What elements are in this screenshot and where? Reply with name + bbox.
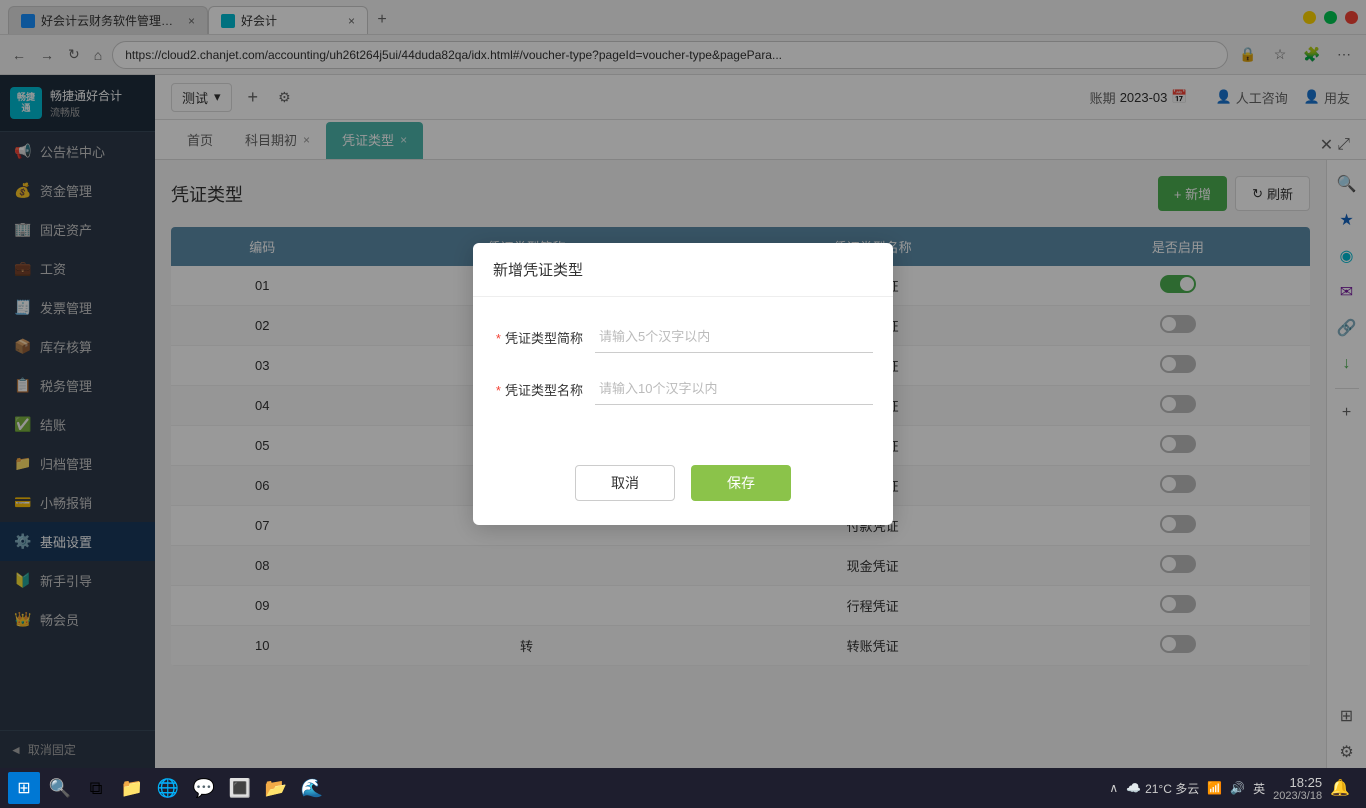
taskbar-app4[interactable]: 🔳 — [224, 772, 256, 804]
short-name-row: *凭证类型简称 — [493, 321, 873, 353]
dialog-body: *凭证类型简称 *凭证类型名称 — [473, 297, 893, 449]
taskbar-files[interactable]: 📂 — [260, 772, 292, 804]
taskbar-wechat[interactable]: 💬 — [188, 772, 220, 804]
full-name-required: * — [496, 383, 501, 398]
time-value: 18:25 — [1273, 775, 1322, 790]
dialog-header: 新增凭证类型 — [473, 243, 893, 297]
weather-info: ☁️ 21°C 多云 — [1126, 780, 1199, 797]
weather-icon: ☁️ — [1126, 781, 1141, 795]
taskbar-search[interactable]: 🔍 — [44, 772, 76, 804]
date-value: 2023/3/18 — [1273, 790, 1322, 802]
taskbar-edge[interactable]: 🌊 — [296, 772, 328, 804]
taskbar-task-view[interactable]: ⧉ — [80, 772, 112, 804]
language-label: 英 — [1253, 780, 1265, 797]
dialog-overlay: 新增凭证类型 *凭证类型简称 *凭证类型名称 取消 保存 — [0, 0, 1366, 768]
full-name-input[interactable] — [595, 373, 873, 405]
sound-icon: 🔊 — [1230, 781, 1245, 795]
taskbar-chrome[interactable]: 🌐 — [152, 772, 184, 804]
dialog-footer: 取消 保存 — [473, 449, 893, 525]
full-name-row: *凭证类型名称 — [493, 373, 873, 405]
network-icon: 📶 — [1207, 781, 1222, 795]
sys-expand-icon[interactable]: ∧ — [1109, 781, 1118, 795]
time-display: 18:25 2023/3/18 — [1273, 775, 1322, 802]
start-button[interactable]: ⊞ — [8, 772, 40, 804]
dialog-title: 新增凭证类型 — [493, 262, 583, 279]
taskbar-sys-tray: ∧ ☁️ 21°C 多云 📶 🔊 英 18:25 2023/3/18 🔔 — [1101, 775, 1358, 802]
taskbar: ⊞ 🔍 ⧉ 📁 🌐 💬 🔳 📂 🌊 ∧ ☁️ 21°C 多云 📶 🔊 英 18:… — [0, 768, 1366, 808]
new-voucher-type-dialog: 新增凭证类型 *凭证类型简称 *凭证类型名称 取消 保存 — [473, 243, 893, 525]
taskbar-explorer[interactable]: 📁 — [116, 772, 148, 804]
notification-icon[interactable]: 🔔 — [1330, 778, 1350, 798]
short-name-required: * — [496, 331, 501, 346]
cancel-button[interactable]: 取消 — [575, 465, 675, 501]
save-button[interactable]: 保存 — [691, 465, 791, 501]
short-name-input[interactable] — [595, 321, 873, 353]
full-name-label: *凭证类型名称 — [493, 380, 583, 399]
weather-text: 21°C 多云 — [1145, 780, 1199, 797]
short-name-label: *凭证类型简称 — [493, 328, 583, 347]
windows-logo: ⊞ — [17, 778, 30, 798]
